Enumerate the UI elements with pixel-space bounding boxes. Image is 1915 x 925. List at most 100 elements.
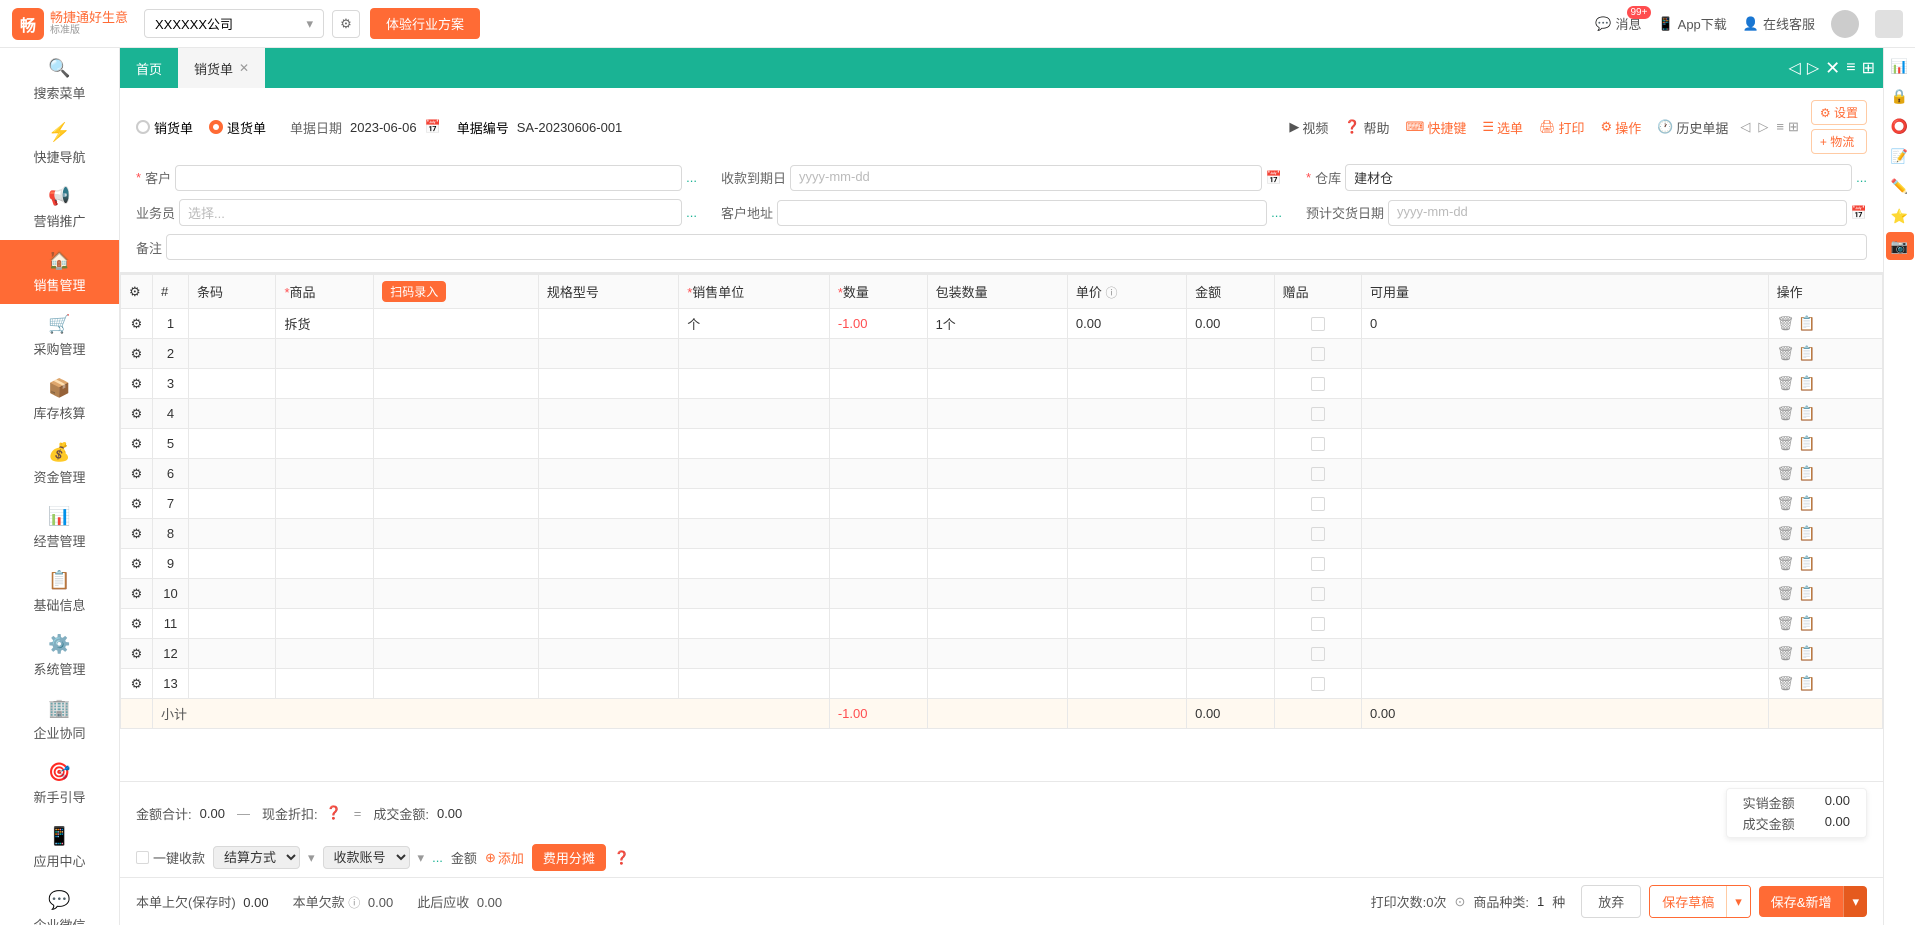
- td-unit-price-8[interactable]: [1067, 549, 1186, 579]
- td-amount-12[interactable]: [1187, 669, 1274, 699]
- right-icon-camera[interactable]: 📷: [1886, 232, 1914, 260]
- td-amount-11[interactable]: [1187, 639, 1274, 669]
- sidebar-item-marketing[interactable]: 📢 营销推广: [0, 176, 119, 240]
- right-icon-note[interactable]: 📝: [1886, 142, 1914, 170]
- sidebar-item-system[interactable]: ⚙️ 系统管理: [0, 624, 119, 688]
- td-settings-6[interactable]: ⚙: [121, 489, 153, 519]
- delete-icon-11[interactable]: 🗑: [1777, 645, 1795, 662]
- right-icon-circle[interactable]: ⭕: [1886, 112, 1914, 140]
- td-barcode-1[interactable]: [189, 339, 276, 369]
- payment-account-select[interactable]: 收款账号: [323, 846, 410, 869]
- gift-checkbox-10[interactable]: [1311, 617, 1325, 631]
- td-barcode-10[interactable]: [189, 609, 276, 639]
- td-amount-5[interactable]: [1187, 459, 1274, 489]
- td-spec-3[interactable]: [538, 399, 678, 429]
- remarks-input[interactable]: [166, 234, 1867, 260]
- expense-question-icon[interactable]: ❓: [614, 850, 630, 866]
- right-icon-star[interactable]: ⭐: [1886, 202, 1914, 230]
- copy-icon-7[interactable]: 📋: [1798, 525, 1815, 542]
- view-list-icon[interactable]: ≡: [1846, 59, 1855, 77]
- td-unit-12[interactable]: [679, 669, 830, 699]
- td-gift-11[interactable]: [1274, 639, 1361, 669]
- td-spec-6[interactable]: [538, 489, 678, 519]
- td-unit-11[interactable]: [679, 639, 830, 669]
- td-settings-0[interactable]: ⚙: [121, 309, 153, 339]
- td-gift-6[interactable]: [1274, 489, 1361, 519]
- td-spec-1[interactable]: [538, 339, 678, 369]
- tab-close-icon[interactable]: ✕: [239, 61, 249, 75]
- logistics-button[interactable]: + 物流: [1811, 129, 1867, 154]
- payment-method-select[interactable]: 结算方式: [213, 846, 300, 869]
- td-gift-7[interactable]: [1274, 519, 1361, 549]
- td-settings-5[interactable]: ⚙: [121, 459, 153, 489]
- gift-checkbox-12[interactable]: [1311, 677, 1325, 691]
- avatar[interactable]: [1831, 10, 1859, 38]
- toolbar-help-btn[interactable]: ❓ 帮助: [1340, 116, 1393, 139]
- td-amount-2[interactable]: [1187, 369, 1274, 399]
- salesperson-input[interactable]: 选择...: [179, 199, 682, 226]
- gift-checkbox-6[interactable]: [1311, 497, 1325, 511]
- td-product-11[interactable]: [276, 639, 374, 669]
- warehouse-dots-btn[interactable]: ...: [1856, 170, 1867, 185]
- td-gift-9[interactable]: [1274, 579, 1361, 609]
- delete-icon-6[interactable]: 🗑: [1777, 495, 1795, 512]
- gift-checkbox-3[interactable]: [1311, 407, 1325, 421]
- sidebar-item-wechat[interactable]: 💬 企业微信: [0, 880, 119, 925]
- td-settings-4[interactable]: ⚙: [121, 429, 153, 459]
- right-icon-lock[interactable]: 🔒: [1886, 82, 1914, 110]
- toolbar-video-btn[interactable]: ▶ 视频: [1285, 116, 1332, 139]
- td-unit-price-12[interactable]: [1067, 669, 1186, 699]
- delete-icon-9[interactable]: 🗑: [1777, 585, 1795, 602]
- experience-btn[interactable]: 体验行业方案: [370, 8, 480, 39]
- td-product-12[interactable]: [276, 669, 374, 699]
- td-spec-2[interactable]: [538, 369, 678, 399]
- td-gift-4[interactable]: [1274, 429, 1361, 459]
- td-pack-qty-3[interactable]: [927, 399, 1067, 429]
- one-click-payment[interactable]: 一键收款: [136, 848, 205, 867]
- sidebar-item-finance[interactable]: 💰 资金管理: [0, 432, 119, 496]
- td-product-5[interactable]: [276, 459, 374, 489]
- copy-icon-3[interactable]: 📋: [1798, 405, 1815, 422]
- td-amount-9[interactable]: [1187, 579, 1274, 609]
- gift-checkbox-9[interactable]: [1311, 587, 1325, 601]
- delete-icon-1[interactable]: 🗑: [1777, 345, 1795, 362]
- td-pack-qty-12[interactable]: [927, 669, 1067, 699]
- notification-btn[interactable]: 💬 消息 99+: [1595, 14, 1641, 33]
- expense-split-btn[interactable]: 费用分摊: [532, 844, 606, 871]
- td-unit-price-4[interactable]: [1067, 429, 1186, 459]
- account-dots-btn[interactable]: ...: [432, 850, 443, 865]
- one-click-checkbox[interactable]: [136, 851, 149, 864]
- td-quantity-12[interactable]: [829, 669, 927, 699]
- sidebar-item-purchase[interactable]: 🛒 采购管理: [0, 304, 119, 368]
- td-settings-11[interactable]: ⚙: [121, 639, 153, 669]
- delete-icon-0[interactable]: 🗑: [1777, 315, 1795, 332]
- td-pack-qty-6[interactable]: [927, 489, 1067, 519]
- gift-checkbox-0[interactable]: [1311, 317, 1325, 331]
- copy-icon-1[interactable]: 📋: [1798, 345, 1815, 362]
- calendar-icon[interactable]: 📅: [425, 119, 441, 135]
- td-unit-price-6[interactable]: [1067, 489, 1186, 519]
- product-type-info[interactable]: ⊙: [1454, 894, 1465, 910]
- td-unit-price-0[interactable]: 0.00: [1067, 309, 1186, 339]
- td-gift-10[interactable]: [1274, 609, 1361, 639]
- copy-icon-0[interactable]: 📋: [1798, 315, 1815, 332]
- td-settings-12[interactable]: ⚙: [121, 669, 153, 699]
- sidebar-item-basic[interactable]: 📋 基础信息: [0, 560, 119, 624]
- view-mode-list[interactable]: ≡: [1776, 119, 1784, 135]
- td-pack-qty-9[interactable]: [927, 579, 1067, 609]
- save-draft-dropdown[interactable]: ▾: [1726, 886, 1750, 917]
- gift-checkbox-4[interactable]: [1311, 437, 1325, 451]
- td-settings-8[interactable]: ⚙: [121, 549, 153, 579]
- td-amount-8[interactable]: [1187, 549, 1274, 579]
- sidebar-item-search[interactable]: 🔍 搜索菜单: [0, 48, 119, 112]
- td-product-6[interactable]: [276, 489, 374, 519]
- save-new-button[interactable]: 保存&新增: [1759, 886, 1844, 917]
- customer-dots-btn[interactable]: ...: [686, 170, 697, 185]
- td-gift-3[interactable]: [1274, 399, 1361, 429]
- td-product-7[interactable]: [276, 519, 374, 549]
- delete-icon-2[interactable]: 🗑: [1777, 375, 1795, 392]
- save-new-dropdown[interactable]: ▾: [1843, 886, 1867, 917]
- toolbar-history-btn[interactable]: 🕐 历史单据: [1653, 116, 1732, 139]
- td-unit-price-3[interactable]: [1067, 399, 1186, 429]
- td-amount-0[interactable]: 0.00: [1187, 309, 1274, 339]
